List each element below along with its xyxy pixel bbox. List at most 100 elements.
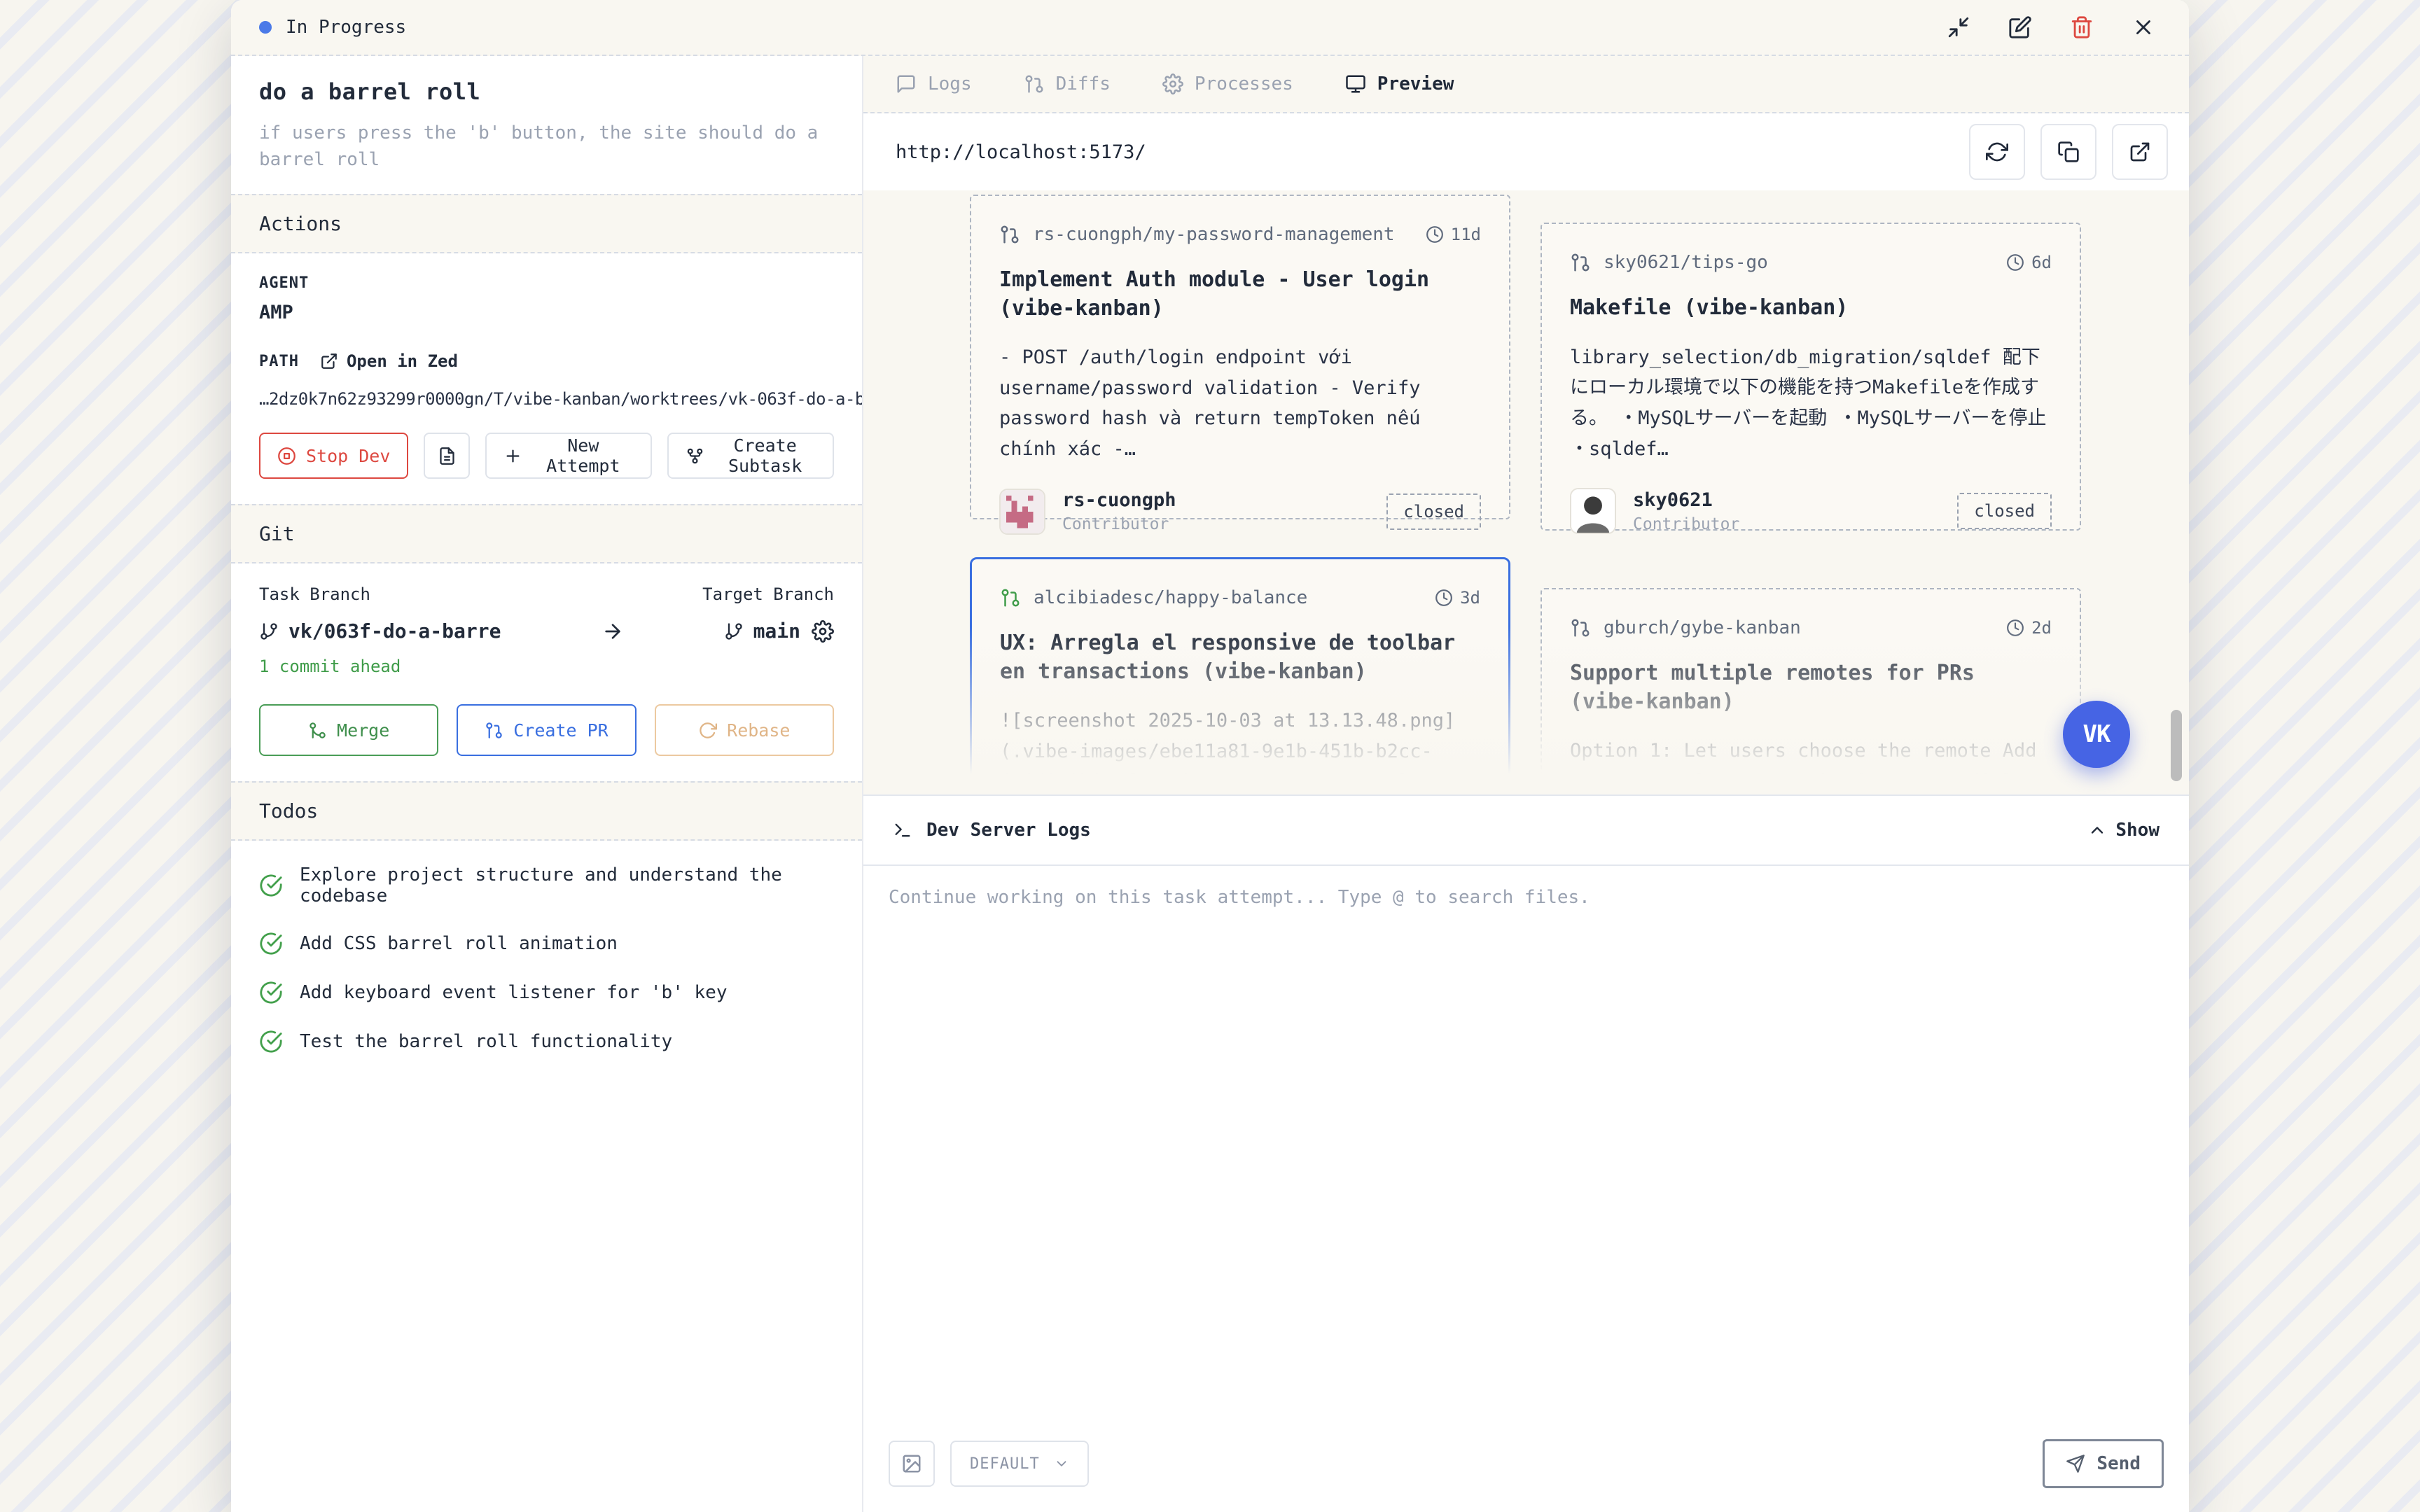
edit-icon xyxy=(2008,15,2032,39)
stop-dev-button[interactable]: Stop Dev xyxy=(259,433,409,479)
attach-image-button[interactable] xyxy=(889,1441,935,1487)
card-body: - POST /auth/login endpoint với username… xyxy=(999,346,1421,461)
open-external-button[interactable] xyxy=(2112,124,2168,180)
rotate-icon xyxy=(698,721,717,740)
avatar xyxy=(1570,488,1616,535)
refresh-icon xyxy=(1986,141,2008,163)
pr-card-selected[interactable]: alcibiadesc/happy-balance 3d UX: Arregla… xyxy=(970,557,1510,794)
dev-logs-button[interactable] xyxy=(424,433,471,479)
message-icon xyxy=(896,74,917,94)
followup-composer: DEFAULT Send xyxy=(863,864,2189,1512)
author-name: sky0621 xyxy=(1633,489,1713,511)
external-link-icon xyxy=(2129,141,2151,163)
todo-item: Add CSS barrel roll animation xyxy=(259,932,834,955)
send-button[interactable]: Send xyxy=(2043,1439,2164,1488)
logs-icon xyxy=(438,447,457,465)
rebase-button[interactable]: Rebase xyxy=(654,704,834,757)
image-icon xyxy=(901,1453,922,1474)
tab-diffs[interactable]: Diffs xyxy=(1024,74,1111,94)
check-circle-icon xyxy=(259,874,283,897)
new-attempt-button[interactable]: New Attempt xyxy=(485,433,653,479)
git-section-header: Git xyxy=(231,504,862,564)
status-badge: closed xyxy=(1957,493,2052,530)
age-label: 3d xyxy=(1435,588,1480,608)
create-subtask-button[interactable]: Create Subtask xyxy=(667,433,835,479)
open-in-zed-link[interactable]: Open in Zed xyxy=(320,351,458,371)
pull-request-icon xyxy=(1570,617,1591,638)
target-branch-settings-button[interactable] xyxy=(812,620,834,643)
edit-task-button[interactable] xyxy=(1998,6,2042,49)
page-title: do a barrel roll xyxy=(259,78,481,105)
todo-item: Explore project structure and understand… xyxy=(259,864,834,906)
create-pr-button[interactable]: Create PR xyxy=(457,704,637,757)
tab-processes[interactable]: Processes xyxy=(1162,74,1293,94)
pr-card[interactable]: gburch/gybe-kanban 2d Support multiple r… xyxy=(1541,588,2081,794)
chevron-up-icon xyxy=(2087,820,2107,840)
agent-value: AMP xyxy=(259,302,293,324)
task-sidebar: do a barrel roll if users press the 'b' … xyxy=(231,56,863,1512)
card-title: UX: Arregla el responsive de toolbar en … xyxy=(1000,631,1456,684)
git-merge-icon xyxy=(308,721,327,740)
refresh-preview-button[interactable] xyxy=(1969,124,2025,180)
git-section-body: Task Branch Target Branch vk/063f-do-a-b… xyxy=(231,564,862,781)
actions-section-header: Actions xyxy=(231,194,862,254)
preview-scrollbar[interactable] xyxy=(2171,710,2182,781)
merge-button[interactable]: Merge xyxy=(259,704,439,757)
minimize-icon xyxy=(1947,15,1970,39)
attempt-tabbar: Logs Diffs Processes Preview xyxy=(863,56,2189,113)
pull-request-icon xyxy=(1000,587,1021,608)
gear-icon xyxy=(1162,74,1183,94)
terminal-icon xyxy=(893,820,912,840)
card-body: library_selection/db_migration/sqldef 配下… xyxy=(1570,346,2047,460)
status-badge: closed xyxy=(1386,493,1481,530)
preview-url-bar: http://localhost:5173/ xyxy=(863,113,2189,190)
pull-request-icon xyxy=(485,721,503,740)
status-label: In Progress xyxy=(286,17,407,38)
pr-card[interactable]: rs-cuongph/my-password-management 11d Im… xyxy=(970,195,1510,535)
check-circle-icon xyxy=(259,932,283,955)
task-description: if users press the 'b' button, the site … xyxy=(259,122,819,170)
tab-preview[interactable]: Preview xyxy=(1345,74,1454,94)
preview-url[interactable]: http://localhost:5173/ xyxy=(896,141,1146,163)
todo-list: Explore project structure and understand… xyxy=(231,841,862,1077)
pull-request-icon xyxy=(1570,252,1591,273)
chevron-down-icon xyxy=(1054,1456,1069,1471)
clock-icon xyxy=(1426,225,1444,244)
task-dialog: In Progress do a barrel roll if users pr… xyxy=(231,0,2189,1512)
author-name: rs-cuongph xyxy=(1062,489,1176,512)
dev-server-logs-label: Dev Server Logs xyxy=(893,820,1091,841)
task-branch: vk/063f-do-a-barre xyxy=(259,620,501,643)
copy-icon xyxy=(2057,141,2080,163)
gear-icon xyxy=(812,620,834,643)
monitor-icon xyxy=(1345,74,1366,94)
target-branch-label: Target Branch xyxy=(702,584,834,605)
tab-logs[interactable]: Logs xyxy=(896,74,972,94)
git-branch-icon xyxy=(724,622,744,641)
page-background: { "window": { "status": "In Progress" },… xyxy=(0,0,2420,1512)
close-dialog-button[interactable] xyxy=(2122,6,2165,49)
show-logs-button[interactable]: Show xyxy=(2087,820,2160,841)
age-label: 11d xyxy=(1426,225,1481,244)
subtask-fork-icon xyxy=(686,447,704,465)
copy-url-button[interactable] xyxy=(2040,124,2096,180)
repo-name: gburch/gybe-kanban xyxy=(1604,617,1801,638)
model-select[interactable]: DEFAULT xyxy=(950,1441,1089,1487)
card-body: ![screenshot 2025-10-03 at 13.13.48.png]… xyxy=(1000,710,1478,793)
todo-item: Add keyboard event listener for 'b' key xyxy=(259,981,834,1004)
vibe-kanban-badge[interactable]: VK xyxy=(2063,701,2130,768)
repo-name: sky0621/tips-go xyxy=(1604,252,1768,273)
dialog-header: In Progress xyxy=(231,0,2189,56)
path-label: PATH xyxy=(259,352,299,370)
dev-server-logs-bar: Dev Server Logs Show xyxy=(863,794,2189,864)
close-icon xyxy=(2132,15,2155,39)
minimize-button[interactable] xyxy=(1937,6,1980,49)
external-link-icon xyxy=(320,352,338,370)
pr-card[interactable]: sky0621/tips-go 6d Makefile (vibe-kanban… xyxy=(1541,223,2081,535)
author-role: Contributor xyxy=(1062,515,1169,534)
status-dot xyxy=(259,21,272,34)
followup-input[interactable] xyxy=(889,884,2164,1427)
delete-task-button[interactable] xyxy=(2060,6,2103,49)
git-branch-icon xyxy=(259,622,279,641)
check-circle-icon xyxy=(259,981,283,1004)
pull-request-icon xyxy=(1024,74,1045,94)
